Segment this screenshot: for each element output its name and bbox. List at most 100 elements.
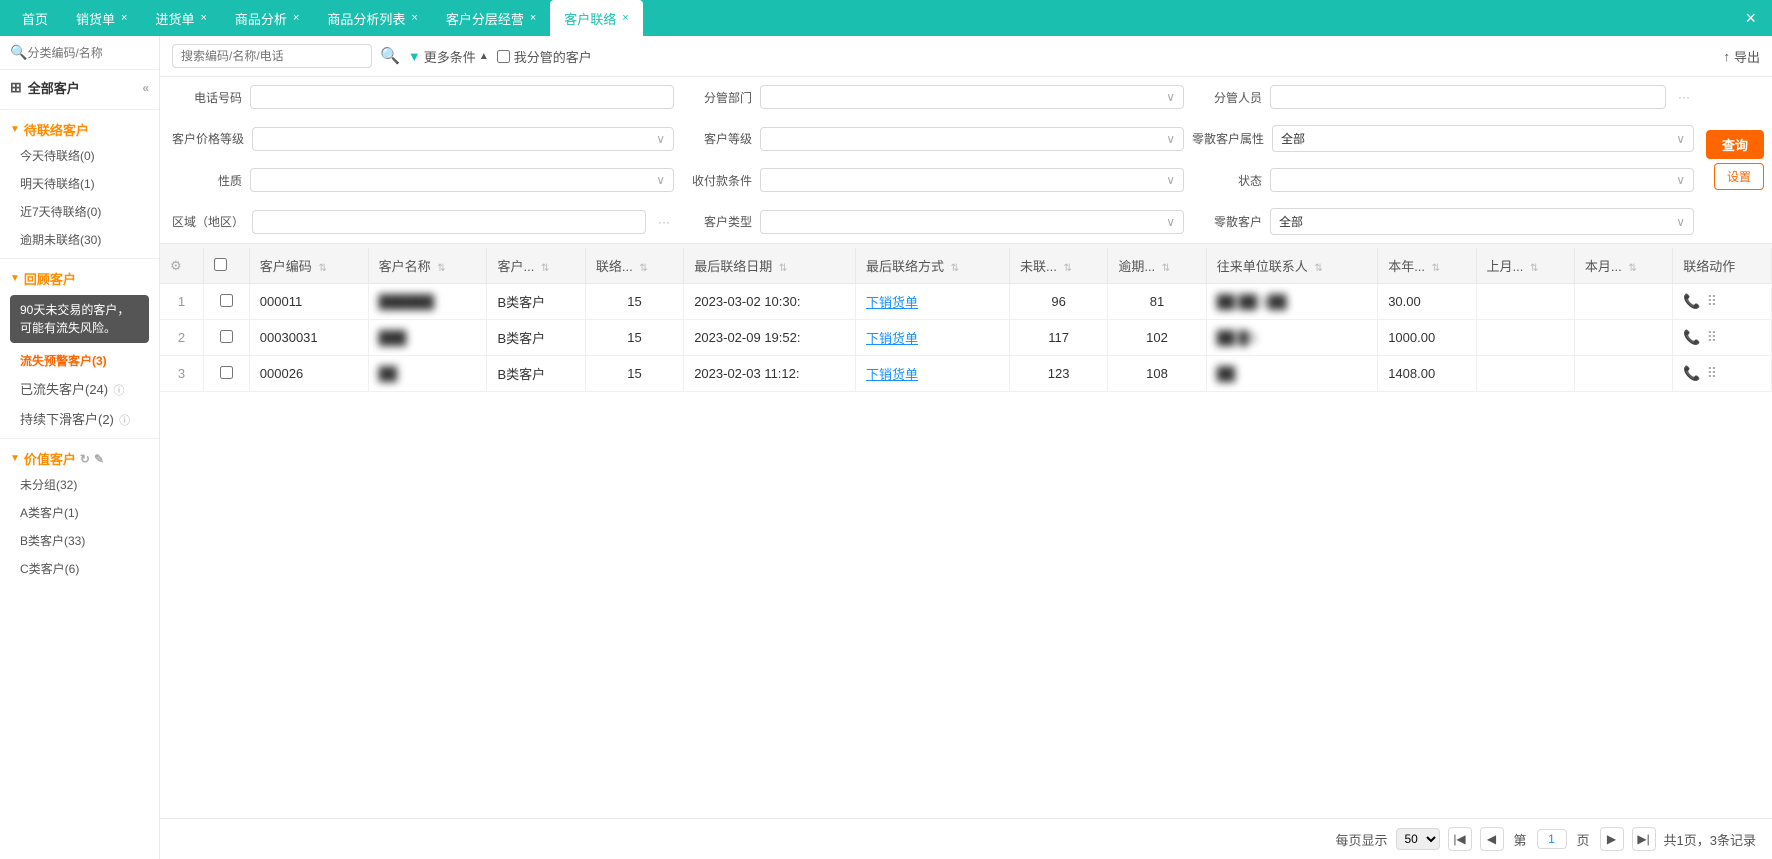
th-not-contacted[interactable]: 未联... ⇅ [1009,248,1107,284]
nav-purchase[interactable]: 进货单 × [141,0,220,36]
field-nature-label: 性质 [172,172,242,189]
nav-purchase-close[interactable]: × [200,12,206,24]
action-phone-icon-1[interactable]: 📞 [1683,293,1700,310]
field-region-input[interactable] [252,210,646,234]
my-customers-checkbox[interactable] [497,50,510,63]
window-close-button[interactable]: × [1737,8,1764,29]
th-last-month[interactable]: 上月... ⇅ [1476,248,1574,284]
th-last-contact-date[interactable]: 最后联络日期 ⇅ [684,248,856,284]
sidebar-item-declining[interactable]: 持续下滑客户(2) ⓘ [0,405,159,435]
th-code[interactable]: 客户编码 ⇅ [249,248,368,284]
field-dept-select[interactable]: ∨ [760,85,1184,109]
sidebar-item-overdue-pending[interactable]: 逾期未联络(30) [0,226,159,254]
nav-sales-close[interactable]: × [121,12,127,24]
action-more-icon-1[interactable]: ⠿ [1707,293,1717,310]
th-name[interactable]: 客户名称 ⇅ [368,248,487,284]
last-page-button[interactable]: ▶| [1632,827,1656,851]
row-last-way-2[interactable]: 下销货单 [856,320,1010,356]
per-page-select[interactable]: 50 [1396,828,1440,850]
my-customers-checkbox-label[interactable]: 我分管的客户 [497,47,592,66]
sidebar-item-today-pending[interactable]: 今天待联络(0) [0,142,159,170]
th-gear[interactable]: ⚙ [160,248,203,284]
sidebar-item-tomorrow-pending[interactable]: 明天待联络(1) [0,170,159,198]
search-input[interactable] [172,44,372,68]
action-more-icon-2[interactable]: ⠿ [1707,329,1717,346]
settings-button[interactable]: 设置 [1714,163,1764,190]
field-cust-type-select[interactable]: ∨ [760,210,1184,234]
nav-customer-layer[interactable]: 客户分层经营 × [432,0,550,36]
sidebar-item-churn-warning[interactable]: 流失预警客户(3) [0,347,159,375]
last-way-link-2[interactable]: 下销货单 [866,331,918,346]
th-type[interactable]: 客户... ⇅ [487,248,585,284]
value-edit-icon[interactable]: ✎ [94,452,104,466]
sidebar-all-customers[interactable]: ⊞ 全部客户 « [0,70,159,105]
value-refresh-icon[interactable]: ↻ [80,452,90,466]
nav-goods-analysis-close[interactable]: × [293,12,299,24]
nav-customer-layer-close[interactable]: × [530,12,536,24]
row-checkbox-1[interactable] [203,284,249,320]
field-nature-select[interactable]: ∨ [250,168,674,192]
action-phone-icon-3[interactable]: 📞 [1683,365,1700,382]
field-cust-level-select[interactable]: ∨ [760,127,1184,151]
sidebar-item-b-class[interactable]: B类客户(33) [0,527,159,555]
gear-icon[interactable]: ⚙ [170,258,182,273]
sidebar-item-c-class[interactable]: C类客户(6) [0,555,159,583]
page-label-pre: 第 [1514,830,1527,849]
nav-home[interactable]: 首页 [8,0,62,36]
field-payment-select[interactable]: ∨ [760,168,1184,192]
current-page-input[interactable] [1537,829,1567,849]
sidebar-item-already-churned[interactable]: 已流失客户(24) ⓘ [0,375,159,405]
nav-sales[interactable]: 销货单 × [62,0,141,36]
nav-customer-contact-close[interactable]: × [622,12,628,24]
last-way-link-1[interactable]: 下销货单 [866,295,918,310]
arrow-icon: ▼ [10,124,20,135]
export-button[interactable]: ↑ 导出 [1723,47,1760,66]
field-price-level-select[interactable]: ∨ [252,127,674,151]
select-all-checkbox[interactable] [214,258,227,271]
row-last-way-1[interactable]: 下销货单 [856,284,1010,320]
field-manager-input[interactable] [1270,85,1666,109]
th-this-month[interactable]: 本月... ⇅ [1574,248,1672,284]
sidebar-item-ungrouped[interactable]: 未分组(32) [0,471,159,499]
sidebar-item-a-class[interactable]: A类客户(1) [0,499,159,527]
row-1-checkbox[interactable] [220,294,233,307]
th-overdue[interactable]: 逾期... ⇅ [1108,248,1206,284]
last-way-link-3[interactable]: 下销货单 [866,367,918,382]
th-last-contact-way[interactable]: 最后联络方式 ⇅ [856,248,1010,284]
more-conditions-button[interactable]: ▼ 更多条件 ▲ [408,47,489,66]
field-retail-attr-select[interactable]: 全部 ∨ [1272,125,1694,152]
query-button[interactable]: 查询 [1706,130,1764,159]
nav-goods-analysis-list-close[interactable]: × [411,12,417,24]
sidebar-search-input[interactable] [27,46,160,60]
export-icon: ↑ [1723,49,1730,64]
row-checkbox-2[interactable] [203,320,249,356]
field-status-select[interactable]: ∨ [1270,168,1694,192]
nav-goods-analysis-list[interactable]: 商品分析列表 × [313,0,431,36]
th-contacts[interactable]: 联络... ⇅ [585,248,683,284]
search-button[interactable]: 🔍 [380,46,400,66]
field-region-extra[interactable]: ··· [654,215,674,229]
first-page-button[interactable]: |◀ [1448,827,1472,851]
row-2-checkbox[interactable] [220,330,233,343]
advanced-filter-panel: 电话号码 分管部门 ∨ 分管人员 [160,77,1772,244]
th-contact-person[interactable]: 往来单位联系人 ⇅ [1206,248,1378,284]
row-last-way-3[interactable]: 下销货单 [856,356,1010,392]
next-page-button[interactable]: ▶ [1600,827,1624,851]
sidebar-section-value: ▼ 价值客户 ↻ ✎ [0,443,159,471]
nav-goods-analysis[interactable]: 商品分析 × [221,0,313,36]
field-manager-extra[interactable]: ··· [1674,90,1694,104]
sidebar-item-7day-pending[interactable]: 近7天待联络(0) [0,198,159,226]
prev-page-button[interactable]: ◀ [1480,827,1504,851]
th-this-year[interactable]: 本年... ⇅ [1378,248,1476,284]
collapse-icon[interactable]: « [142,81,149,95]
row-3-checkbox[interactable] [220,366,233,379]
action-phone-icon-2[interactable]: 📞 [1683,329,1700,346]
action-more-icon-3[interactable]: ⠿ [1707,365,1717,382]
field-phone-input[interactable] [250,85,674,109]
row-checkbox-3[interactable] [203,356,249,392]
nav-customer-contact[interactable]: 客户联络 × [550,0,642,36]
field-retail-cust-select[interactable]: 全部 ∨ [1270,208,1694,235]
th-checkbox[interactable] [203,248,249,284]
field-retail-attr: 零散客户属性 全部 ∨ [1192,125,1694,152]
sidebar: 🔍 ⊞ 全部客户 « ▼ 待联络客户 今天待联络(0) 明天待联络(1) 近7天… [0,36,160,859]
